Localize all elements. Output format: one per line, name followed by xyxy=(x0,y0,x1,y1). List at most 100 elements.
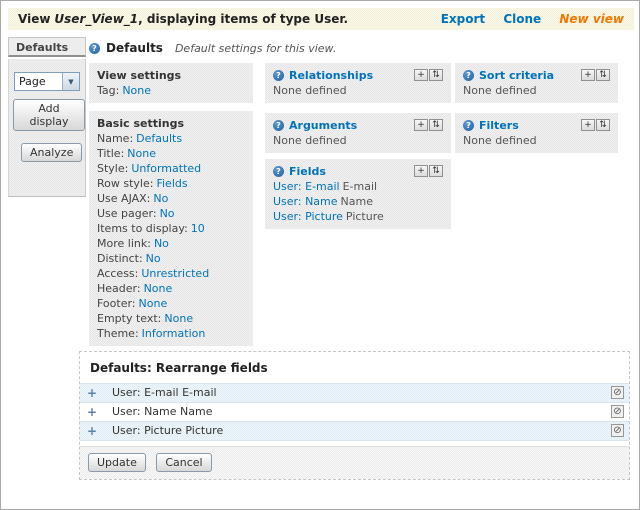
field-link[interactable]: User: Picture xyxy=(273,210,343,223)
relationships-empty-text: None defined xyxy=(273,84,347,97)
setting-label: Header: xyxy=(97,282,141,295)
setting-value-link[interactable]: Unformatted xyxy=(131,162,201,175)
rearrange-fields-button[interactable]: ⇅ xyxy=(429,165,443,177)
field-link[interactable]: User: Name xyxy=(273,195,338,208)
setting-value-link[interactable]: None xyxy=(144,282,173,295)
rearrange-form-title: Defaults: Rearrange fields xyxy=(90,361,268,375)
setting-value-link[interactable]: Information xyxy=(142,327,206,340)
view-title-prefix: View xyxy=(18,12,51,26)
setting-label: Style: xyxy=(97,162,129,175)
relationships-title-link[interactable]: Relationships xyxy=(289,69,373,82)
setting-row: Tag: None xyxy=(97,83,245,98)
rearrange-row-label: User: Name Name xyxy=(112,405,213,418)
view-actions: Export Clone New view xyxy=(427,12,624,30)
add-field-button[interactable]: + xyxy=(414,165,428,177)
rearrange-relationships-button[interactable]: ⇅ xyxy=(429,69,443,81)
view-summary-bar: View User_View_1, displaying items of typ… xyxy=(8,8,634,30)
setting-value-link[interactable]: No xyxy=(154,237,169,250)
rearrange-sorts-button[interactable]: ⇅ xyxy=(596,69,610,81)
setting-row: Theme: Information xyxy=(97,326,245,341)
setting-label: Use AJAX: xyxy=(97,192,151,205)
rearrange-row: + User: E-mail E-mail ⊘ xyxy=(80,383,629,403)
update-button[interactable]: Update xyxy=(88,453,146,472)
arguments-title-link[interactable]: Arguments xyxy=(289,119,357,132)
basic-settings-box: Basic settings Name: Defaults Title: None … xyxy=(89,111,253,346)
setting-value-link[interactable]: No xyxy=(153,192,168,205)
rearrange-row-label: User: E-mail E-mail xyxy=(112,386,217,399)
help-icon[interactable]: ? xyxy=(89,42,100,54)
rearrange-row: + User: Picture Picture ⊘ xyxy=(80,421,629,441)
setting-value-link[interactable]: None xyxy=(127,147,156,160)
help-icon[interactable]: ? xyxy=(463,119,474,131)
basic-settings-title: Basic settings xyxy=(97,116,185,130)
arguments-box: ? Arguments + ⇅ None defined xyxy=(265,113,451,153)
setting-label: Empty text: xyxy=(97,312,162,325)
help-icon[interactable]: ? xyxy=(273,69,284,81)
setting-label: Access: xyxy=(97,267,139,280)
setting-value-link[interactable]: None xyxy=(164,312,193,325)
fields-title-link[interactable]: Fields xyxy=(289,165,326,178)
field-label: E-mail xyxy=(342,180,378,193)
rearrange-arguments-button[interactable]: ⇅ xyxy=(429,119,443,131)
arguments-empty-text: None defined xyxy=(273,134,347,147)
cancel-button[interactable]: Cancel xyxy=(156,453,212,472)
setting-label: Row style: xyxy=(97,177,154,190)
setting-row: More link: No xyxy=(97,236,245,251)
setting-row: Items to display: 10 xyxy=(97,221,245,236)
view-settings-title: View settings xyxy=(97,68,182,82)
help-icon[interactable]: ? xyxy=(273,119,284,131)
setting-value-link[interactable]: Defaults xyxy=(136,132,182,145)
setting-row: Use pager: No xyxy=(97,206,245,221)
display-sidebar: Page ▼ Add display Analyze xyxy=(8,59,86,197)
setting-row: Name: Defaults xyxy=(97,131,245,146)
drag-handle-icon[interactable]: + xyxy=(85,384,99,402)
help-icon[interactable]: ? xyxy=(463,69,474,81)
display-type-select[interactable]: Page ▼ xyxy=(14,72,80,91)
field-label: Picture xyxy=(345,210,384,223)
setting-row: Style: Unformatted xyxy=(97,161,245,176)
field-link[interactable]: User: E-mail xyxy=(273,180,340,193)
filters-title-link[interactable]: Filters xyxy=(479,119,519,132)
field-row: User: Picture Picture xyxy=(273,209,443,224)
add-sort-button[interactable]: + xyxy=(581,69,595,81)
clone-link[interactable]: Clone xyxy=(503,12,541,26)
setting-value-link[interactable]: Unrestricted xyxy=(141,267,209,280)
add-argument-button[interactable]: + xyxy=(414,119,428,131)
new-view-link[interactable]: New view xyxy=(559,12,624,26)
setting-label: Title: xyxy=(97,147,125,160)
add-display-button[interactable]: Add display xyxy=(13,99,85,131)
analyze-button[interactable]: Analyze xyxy=(21,143,83,162)
help-icon[interactable]: ? xyxy=(273,165,284,177)
setting-row: Footer: None xyxy=(97,296,245,311)
add-relationship-button[interactable]: + xyxy=(414,69,428,81)
sort-criteria-title-link[interactable]: Sort criteria xyxy=(479,69,554,82)
sort-criteria-empty-text: None defined xyxy=(463,84,537,97)
setting-label: Tag: xyxy=(97,84,120,97)
drag-handle-icon[interactable]: + xyxy=(85,403,99,421)
setting-label: Footer: xyxy=(97,297,136,310)
setting-value-link[interactable]: Fields xyxy=(156,177,187,190)
rearrange-row: + User: Name Name ⊘ xyxy=(80,403,629,421)
setting-value-link[interactable]: None xyxy=(139,297,168,310)
remove-field-button[interactable]: ⊘ xyxy=(611,424,624,437)
setting-value-link[interactable]: 10 xyxy=(191,222,205,235)
drag-handle-icon[interactable]: + xyxy=(85,422,99,440)
display-header-description: Default settings for this view. xyxy=(174,41,337,55)
setting-value-link[interactable]: No xyxy=(146,252,161,265)
remove-field-button[interactable]: ⊘ xyxy=(611,386,624,399)
view-name: User_View_1 xyxy=(54,12,139,26)
setting-label: Use pager: xyxy=(97,207,157,220)
remove-field-button[interactable]: ⊘ xyxy=(611,405,624,418)
add-filter-button[interactable]: + xyxy=(581,119,595,131)
rearrange-filters-button[interactable]: ⇅ xyxy=(596,119,610,131)
setting-value-link[interactable]: None xyxy=(122,84,151,97)
form-actions: Update Cancel xyxy=(80,446,629,479)
setting-row: Empty text: None xyxy=(97,311,245,326)
export-link[interactable]: Export xyxy=(441,12,485,26)
field-row: User: Name Name xyxy=(273,194,443,209)
views-admin-page: View User_View_1, displaying items of typ… xyxy=(0,0,640,510)
filters-box: ? Filters + ⇅ None defined xyxy=(455,113,618,153)
tab-defaults[interactable]: Defaults xyxy=(8,37,86,57)
setting-value-link[interactable]: No xyxy=(160,207,175,220)
setting-label: Name: xyxy=(97,132,134,145)
